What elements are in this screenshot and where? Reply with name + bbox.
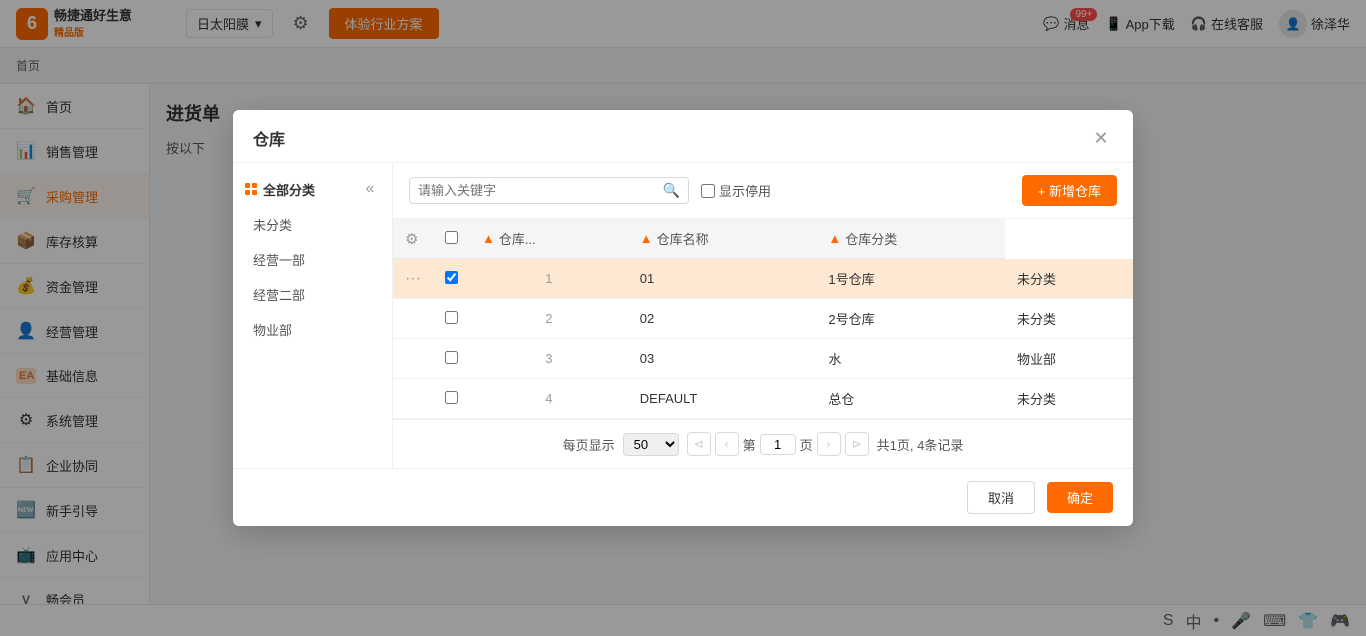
total-info: 共1页, 4条记录: [877, 435, 964, 454]
warehouse-dialog: 仓库 ✕ 全部分类 « 未分类 经营一部 经营二部 物业部: [233, 110, 1133, 526]
row-checkbox-cell: [433, 299, 470, 339]
row-number: 3: [470, 339, 628, 379]
table-row[interactable]: 4 DEFAULT 总仓 未分类: [393, 379, 1133, 419]
row-settings-cell: [393, 299, 433, 339]
row-name: 水: [816, 339, 1005, 379]
add-warehouse-button[interactable]: + 新增仓库: [1022, 175, 1117, 206]
row-code: 03: [628, 339, 817, 379]
more-icon[interactable]: ···: [405, 270, 421, 287]
confirm-button[interactable]: 确定: [1047, 482, 1113, 513]
row-category: 物业部: [1005, 339, 1133, 379]
col-settings: ⚙: [393, 219, 433, 259]
column-settings-icon[interactable]: ⚙: [405, 231, 418, 248]
row-category: 未分类: [1005, 299, 1133, 339]
category-item-property[interactable]: 物业部: [233, 312, 392, 347]
all-categories-label: 全部分类: [263, 180, 315, 199]
row-name: 2号仓库: [816, 299, 1005, 339]
search-input-wrap: 🔍: [409, 177, 689, 204]
col-code-sort[interactable]: ▲ 仓库...: [482, 229, 616, 248]
table-row[interactable]: 2 02 2号仓库 未分类: [393, 299, 1133, 339]
collapse-button[interactable]: «: [360, 179, 380, 199]
category-panel: 全部分类 « 未分类 经营一部 经营二部 物业部: [233, 163, 393, 468]
col-name: ▲ 仓库名称: [628, 219, 817, 259]
row-checkbox[interactable]: [445, 391, 458, 404]
dialog-close-button[interactable]: ✕: [1089, 126, 1113, 150]
page-nav: ⊲ ‹ 第 页 › ⊳: [687, 432, 869, 456]
search-bar: 🔍 显示停用 + 新增仓库: [393, 163, 1133, 219]
cancel-button[interactable]: 取消: [967, 481, 1035, 514]
next-page-btn[interactable]: ›: [817, 432, 841, 456]
row-checkbox-cell: [433, 259, 470, 299]
search-icon[interactable]: 🔍: [663, 182, 680, 199]
warehouse-table: ⚙ ▲ 仓库...: [393, 219, 1133, 419]
row-checkbox-cell: [433, 379, 470, 419]
row-number: 4: [470, 379, 628, 419]
main-panel: 🔍 显示停用 + 新增仓库 ⚙: [393, 163, 1133, 468]
page-suffix: 页: [800, 435, 813, 454]
sort-icon-cat: ▲: [828, 231, 841, 246]
row-number: 2: [470, 299, 628, 339]
row-checkbox-cell: [433, 339, 470, 379]
col-category-sort[interactable]: ▲ 仓库分类: [828, 229, 993, 248]
row-checkbox[interactable]: [445, 271, 458, 284]
col-code: ▲ 仓库...: [470, 219, 628, 259]
category-item-dept2[interactable]: 经营二部: [233, 277, 392, 312]
col-name-sort[interactable]: ▲ 仓库名称: [640, 229, 805, 248]
table-row[interactable]: ··· 1 01 1号仓库 未分类: [393, 259, 1133, 299]
last-page-btn[interactable]: ⊳: [845, 432, 869, 456]
col-checkbox: [433, 219, 470, 259]
category-item-unclassified[interactable]: 未分类: [233, 207, 392, 242]
sort-icon: ▲: [482, 231, 495, 246]
first-page-btn[interactable]: ⊲: [687, 432, 711, 456]
row-number: 1: [470, 259, 628, 299]
grid-icon: [245, 183, 257, 195]
prev-page-btn[interactable]: ‹: [715, 432, 739, 456]
dialog-body: 全部分类 « 未分类 经营一部 经营二部 物业部 🔍 显示停用 + 新: [233, 163, 1133, 468]
row-name: 总仓: [816, 379, 1005, 419]
select-all-checkbox[interactable]: [445, 231, 458, 244]
all-categories-btn[interactable]: 全部分类: [245, 180, 315, 199]
row-code: DEFAULT: [628, 379, 817, 419]
show-disabled-checkbox[interactable]: [701, 184, 715, 198]
row-category: 未分类: [1005, 379, 1133, 419]
table: ⚙ ▲ 仓库...: [393, 219, 1133, 419]
row-code: 01: [628, 259, 817, 299]
row-checkbox[interactable]: [445, 311, 458, 324]
show-disabled-label[interactable]: 显示停用: [701, 181, 771, 200]
search-input[interactable]: [418, 183, 663, 198]
category-header: 全部分类 «: [233, 171, 392, 207]
row-settings-cell: ···: [393, 259, 433, 299]
row-code: 02: [628, 299, 817, 339]
row-category: 未分类: [1005, 259, 1133, 299]
table-row[interactable]: 3 03 水 物业部: [393, 339, 1133, 379]
table-body: ··· 1 01 1号仓库 未分类 2 02 2号仓库 未分类: [393, 259, 1133, 419]
dialog-title: 仓库: [253, 126, 285, 150]
row-name: 1号仓库: [816, 259, 1005, 299]
col-category: ▲ 仓库分类: [816, 219, 1005, 259]
table-header: ⚙ ▲ 仓库...: [393, 219, 1133, 259]
dialog-footer: 取消 确定: [233, 468, 1133, 526]
page-label: 第: [743, 435, 756, 454]
pagination: 每页显示 50 10 20 100 ⊲ ‹ 第 页 › ⊳ 共1页, 4条记录: [393, 419, 1133, 468]
dialog-header: 仓库 ✕: [233, 110, 1133, 163]
category-item-dept1[interactable]: 经营一部: [233, 242, 392, 277]
per-page-select[interactable]: 50 10 20 100: [623, 433, 679, 456]
page-input[interactable]: [760, 434, 796, 455]
row-settings-cell: [393, 379, 433, 419]
per-page-label: 每页显示: [563, 435, 615, 454]
row-checkbox[interactable]: [445, 351, 458, 364]
row-settings-cell: [393, 339, 433, 379]
sort-icon-name: ▲: [640, 231, 653, 246]
